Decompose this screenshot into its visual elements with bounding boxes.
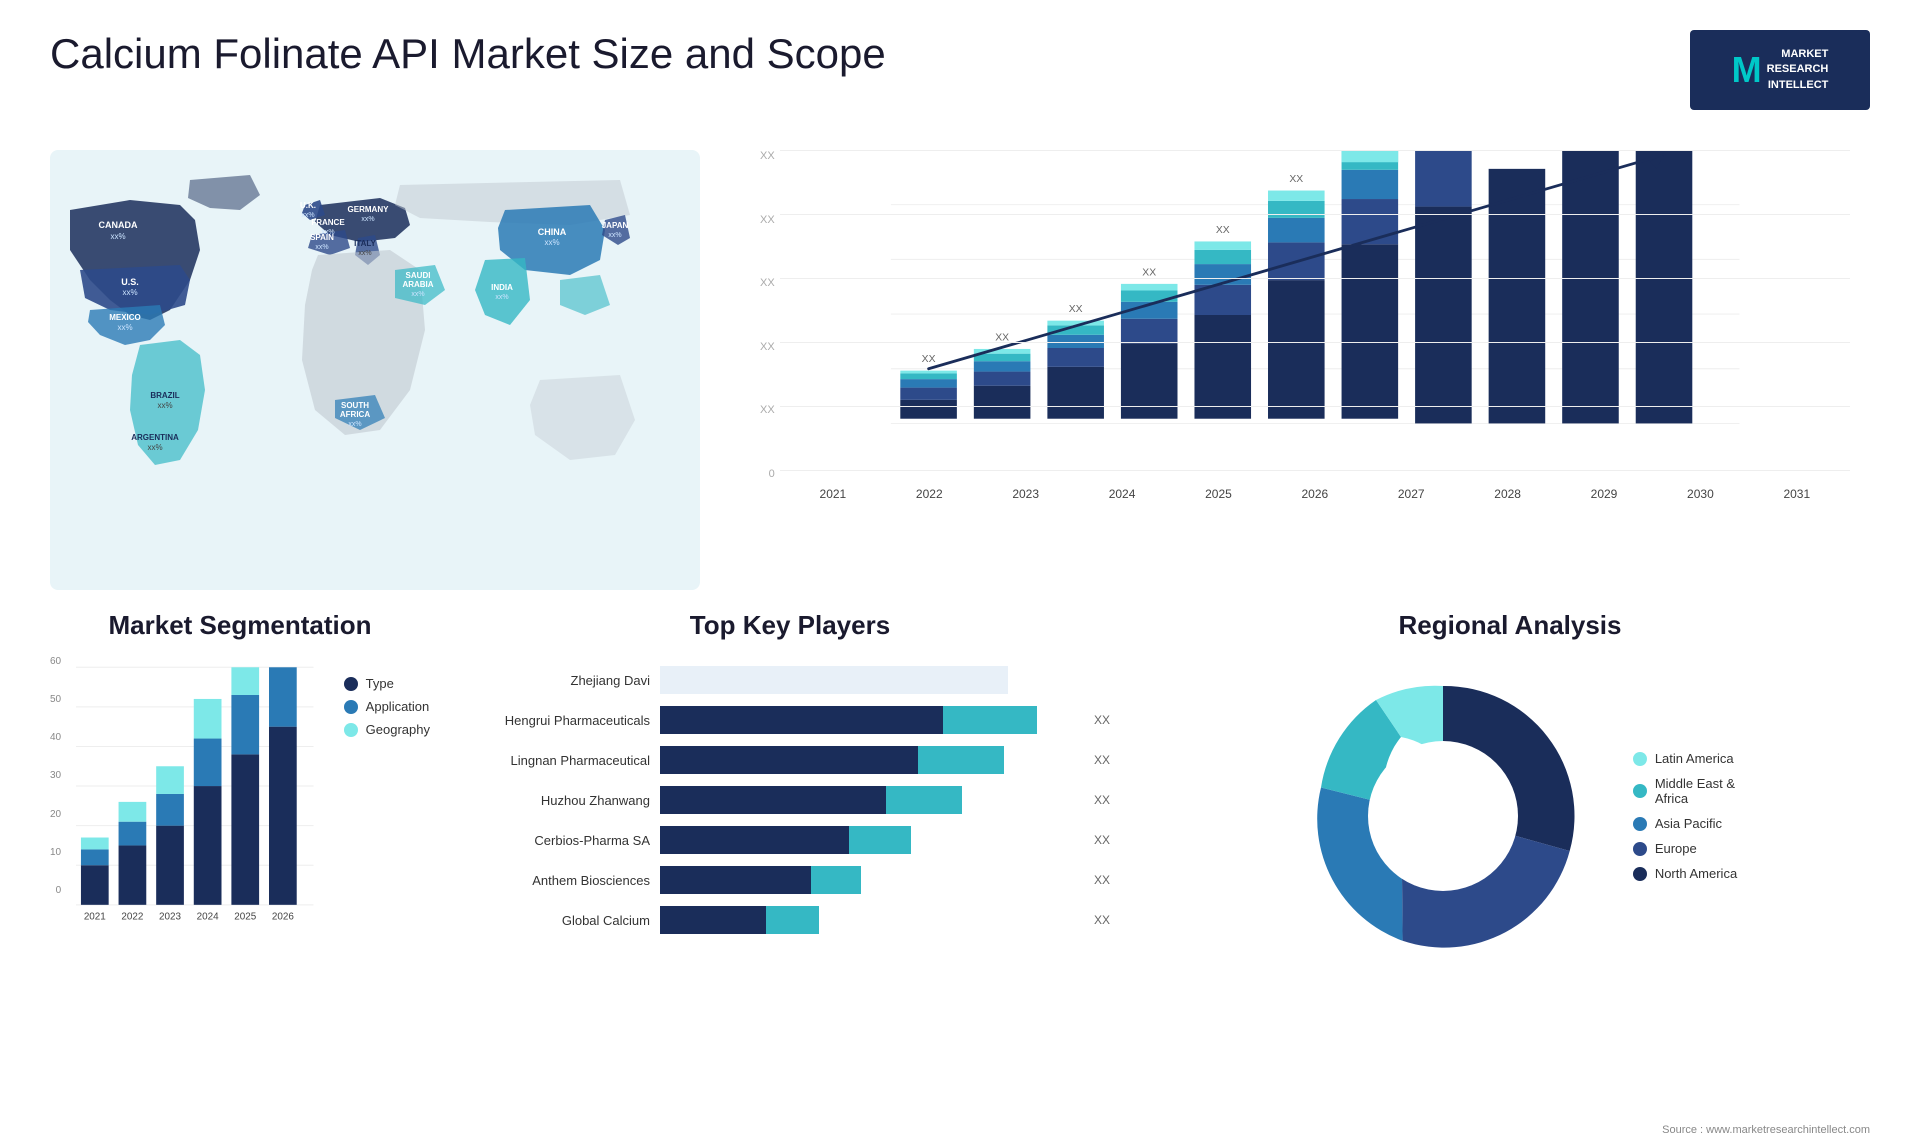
legend-asia-pacific: Asia Pacific bbox=[1633, 816, 1737, 831]
svg-text:xx%: xx% bbox=[315, 244, 328, 251]
segmentation-title: Market Segmentation bbox=[50, 610, 430, 641]
player-row: Hengrui Pharmaceuticals XX bbox=[470, 706, 1110, 734]
legend-geography: Geography bbox=[344, 722, 430, 737]
logo: M MARKET RESEARCH INTELLECT bbox=[1690, 30, 1870, 110]
segmentation-chart: 2021 2022 2023 2024 2025 2026 bbox=[76, 656, 314, 926]
svg-text:xx%: xx% bbox=[110, 232, 125, 241]
main-bar-chart: XX XX bbox=[780, 150, 1850, 480]
world-map-svg: CANADA xx% U.S. xx% MEXICO xx% BRAZIL xx… bbox=[50, 130, 700, 610]
legend-dot-application bbox=[344, 700, 358, 714]
svg-text:XX: XX bbox=[1142, 267, 1156, 278]
svg-text:xx%: xx% bbox=[117, 323, 132, 332]
regional-title: Regional Analysis bbox=[1150, 610, 1870, 641]
svg-text:SAUDI: SAUDI bbox=[406, 271, 431, 280]
svg-text:xx%: xx% bbox=[358, 250, 371, 257]
svg-text:XX: XX bbox=[921, 354, 935, 365]
svg-text:ARGENTINA: ARGENTINA bbox=[131, 433, 179, 442]
svg-text:XX: XX bbox=[1216, 225, 1230, 236]
segmentation-legend: Type Application Geography bbox=[344, 676, 430, 931]
dot-latin-america bbox=[1633, 752, 1647, 766]
svg-text:U.S.: U.S. bbox=[121, 277, 139, 287]
svg-text:SOUTH: SOUTH bbox=[341, 401, 369, 410]
svg-text:xx%: xx% bbox=[495, 294, 508, 301]
svg-text:xx%: xx% bbox=[348, 421, 361, 428]
legend-latin-america: Latin America bbox=[1633, 751, 1737, 766]
svg-text:xx%: xx% bbox=[157, 401, 172, 410]
dot-north-america bbox=[1633, 867, 1647, 881]
svg-text:XX: XX bbox=[995, 332, 1009, 343]
page: Calcium Folinate API Market Size and Sco… bbox=[0, 0, 1920, 1146]
legend-dot-geography bbox=[344, 723, 358, 737]
svg-text:AFRICA: AFRICA bbox=[340, 410, 370, 419]
players-title: Top Key Players bbox=[450, 610, 1130, 641]
header: Calcium Folinate API Market Size and Sco… bbox=[50, 30, 1870, 110]
svg-text:CHINA: CHINA bbox=[538, 227, 567, 237]
svg-text:xx%: xx% bbox=[122, 288, 137, 297]
svg-text:2024: 2024 bbox=[197, 912, 219, 923]
svg-text:xx%: xx% bbox=[544, 238, 559, 247]
dot-europe bbox=[1633, 842, 1647, 856]
svg-text:XX: XX bbox=[1068, 304, 1082, 315]
svg-text:xx%: xx% bbox=[411, 291, 424, 298]
top-players-section: Top Key Players Zhejiang Davi Hengrui Ph… bbox=[450, 610, 1130, 1030]
svg-text:INDIA: INDIA bbox=[491, 283, 513, 292]
legend-dot-type bbox=[344, 677, 358, 691]
player-row: Lingnan Pharmaceutical XX bbox=[470, 746, 1110, 774]
player-row: Cerbios-Pharma SA XX bbox=[470, 826, 1110, 854]
player-row: Zhejiang Davi bbox=[470, 666, 1110, 694]
svg-text:2022: 2022 bbox=[122, 912, 144, 923]
svg-text:GERMANY: GERMANY bbox=[348, 205, 390, 214]
bar-chart-section: XX XX XX XX XX 0 bbox=[720, 130, 1870, 610]
regional-section: Regional Analysis bbox=[1150, 610, 1870, 1030]
player-row: Global Calcium XX bbox=[470, 906, 1110, 934]
legend-application: Application bbox=[344, 699, 430, 714]
svg-text:CANADA: CANADA bbox=[99, 220, 138, 230]
dot-middle-east bbox=[1633, 784, 1647, 798]
source-text: Source : www.marketresearchintellect.com bbox=[1662, 1124, 1870, 1136]
svg-text:ARABIA: ARABIA bbox=[402, 280, 433, 289]
player-row: Huzhou Zhanwang XX bbox=[470, 786, 1110, 814]
svg-text:MEXICO: MEXICO bbox=[109, 313, 141, 322]
svg-text:xx%: xx% bbox=[608, 232, 621, 239]
player-row: Anthem Biosciences XX bbox=[470, 866, 1110, 894]
svg-text:xx%: xx% bbox=[361, 216, 374, 223]
map-container: CANADA xx% U.S. xx% MEXICO xx% BRAZIL xx… bbox=[50, 130, 700, 610]
svg-text:BRAZIL: BRAZIL bbox=[150, 391, 179, 400]
dot-asia-pacific bbox=[1633, 817, 1647, 831]
svg-text:JAPAN: JAPAN bbox=[602, 221, 629, 230]
regional-legend: Latin America Middle East &Africa Asia P… bbox=[1633, 751, 1737, 881]
svg-text:2023: 2023 bbox=[159, 912, 181, 923]
legend-europe: Europe bbox=[1633, 841, 1737, 856]
legend-north-america: North America bbox=[1633, 866, 1737, 881]
segmentation-section: Market Segmentation 60 50 40 30 20 10 0 bbox=[50, 610, 430, 1030]
bottom-row: Market Segmentation 60 50 40 30 20 10 0 bbox=[50, 610, 1870, 1030]
svg-text:SPAIN: SPAIN bbox=[310, 233, 334, 242]
svg-text:XX: XX bbox=[1289, 174, 1303, 185]
players-chart: Zhejiang Davi Hengrui Pharmaceuticals bbox=[450, 656, 1130, 956]
svg-text:2025: 2025 bbox=[234, 912, 256, 923]
donut-chart bbox=[1283, 656, 1603, 976]
svg-text:ITALY: ITALY bbox=[354, 239, 376, 248]
donut-chart-wrap: Latin America Middle East &Africa Asia P… bbox=[1150, 656, 1870, 976]
world-map-section: CANADA xx% U.S. xx% MEXICO xx% BRAZIL xx… bbox=[50, 130, 700, 610]
svg-text:2021: 2021 bbox=[84, 912, 106, 923]
logo-m-letter: M bbox=[1732, 49, 1762, 91]
page-title: Calcium Folinate API Market Size and Sco… bbox=[50, 30, 886, 78]
logo-text: MARKET RESEARCH INTELLECT bbox=[1767, 47, 1829, 93]
svg-text:U.K.: U.K. bbox=[300, 201, 316, 210]
svg-text:FRANCE: FRANCE bbox=[311, 218, 345, 227]
legend-middle-east: Middle East &Africa bbox=[1633, 776, 1737, 806]
svg-text:2026: 2026 bbox=[272, 912, 294, 923]
svg-text:xx%: xx% bbox=[147, 443, 162, 452]
legend-type: Type bbox=[344, 676, 430, 691]
